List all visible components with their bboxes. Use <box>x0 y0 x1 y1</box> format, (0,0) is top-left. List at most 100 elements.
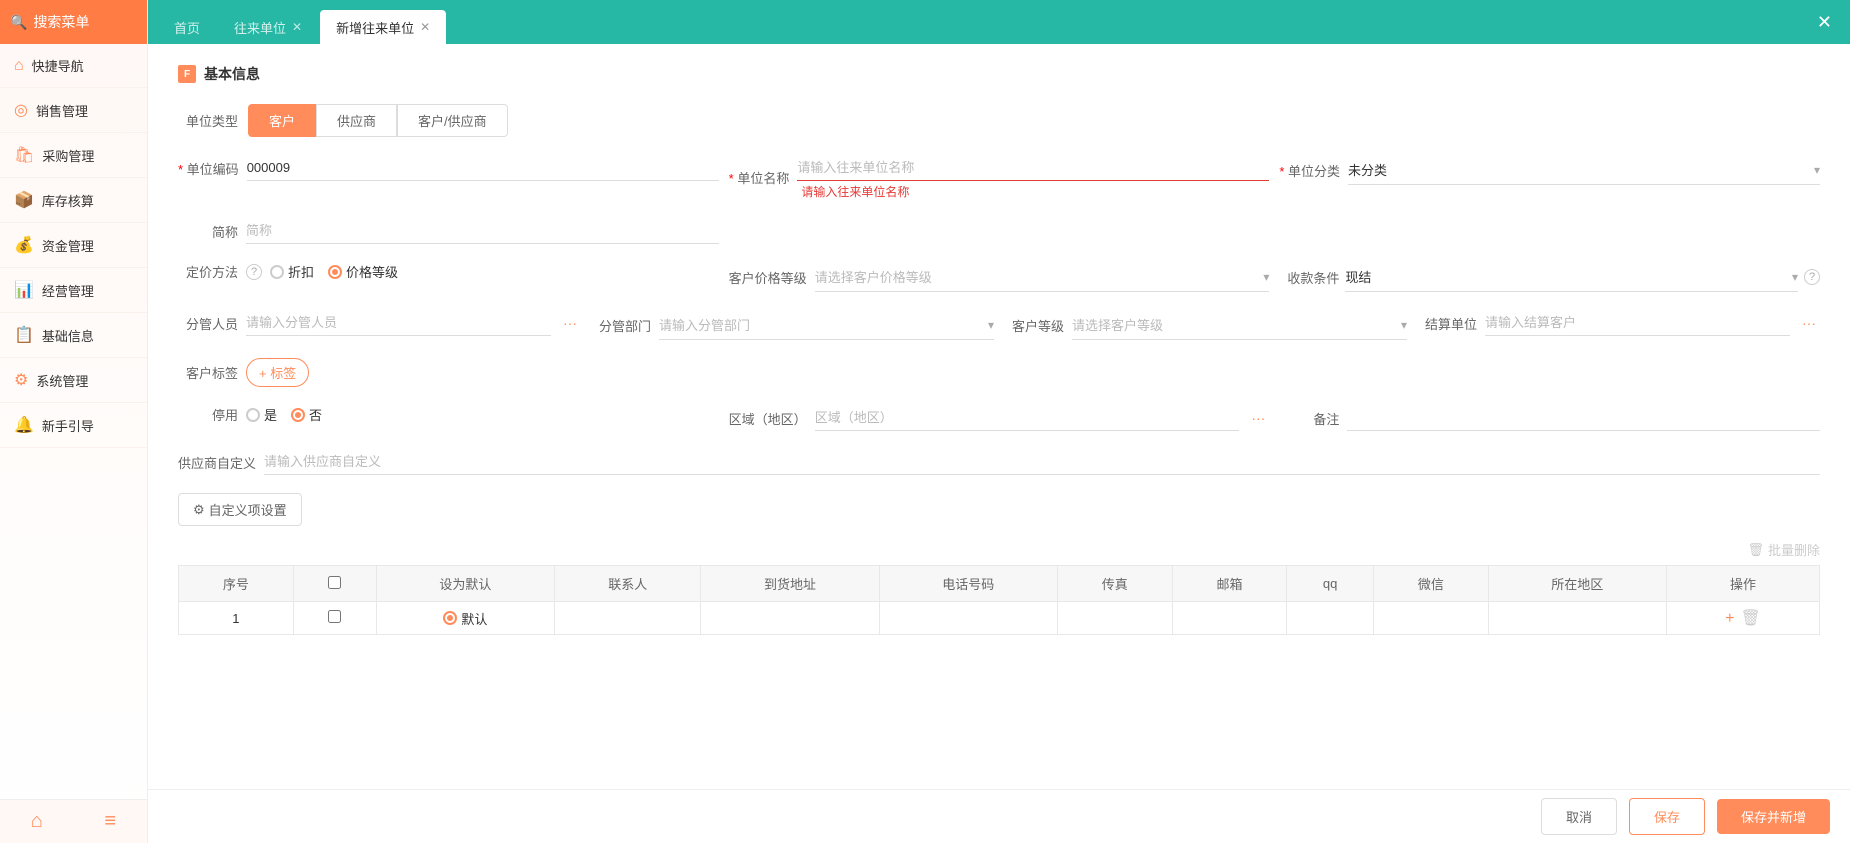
field-region: 区域（地区） ··· <box>729 405 1270 431</box>
unit-code-input[interactable] <box>247 155 719 181</box>
payment-select[interactable]: 现结 ▾ <box>1345 262 1798 292</box>
settlement-more-btn[interactable]: ··· <box>1798 315 1820 331</box>
tab-close-new-partner[interactable]: ✕ <box>420 20 430 34</box>
tab-bar: 首页往来单位 ✕ 新增往来单位 ✕ ✕ <box>148 0 1850 44</box>
table-col-10: 所在地区 <box>1488 566 1666 602</box>
bottom-bar: 取消 保存 保存并新增 <box>148 789 1850 843</box>
sidebar-item-system[interactable]: ⚙系统管理 <box>0 358 147 403</box>
department-value: 请输入分管部门 <box>659 315 984 334</box>
row-seq: 1 <box>179 602 294 635</box>
region-more-btn[interactable]: ··· <box>1247 410 1269 426</box>
tab-home[interactable]: 首页 <box>158 10 216 44</box>
tab-label-new-partner: 新增往来单位 <box>336 18 414 37</box>
unit-code-label: 单位编码 <box>178 159 239 178</box>
disabled-radio-group: 是否 <box>246 405 322 424</box>
tab-bar-close[interactable]: ✕ <box>1809 8 1840 37</box>
table-col-11: 操作 <box>1666 566 1819 602</box>
sidebar-item-purchase[interactable]: 🛍采购管理 <box>0 133 147 178</box>
custom-setting-btn[interactable]: ⚙ 自定义项设置 <box>178 493 302 526</box>
payment-value: 现结 <box>1345 267 1788 286</box>
field-abbr: 简称 <box>178 218 719 244</box>
tab-close-partner[interactable]: ✕ <box>292 20 302 34</box>
unit-type-btn-2[interactable]: 客户/供应商 <box>397 104 508 137</box>
unit-type-btn-0[interactable]: 客户 <box>248 104 316 137</box>
unit-type-row: 单位类型 客户供应商客户/供应商 <box>178 104 1820 137</box>
operation-icon: 📊 <box>14 280 34 300</box>
row-add-btn-0[interactable]: + <box>1722 610 1737 627</box>
department-arrow: ▾ <box>988 318 994 332</box>
manager-input[interactable] <box>246 310 551 336</box>
field-customer-level: 客户等级 请选择客户等级 ▾ <box>1004 310 1407 340</box>
row-manager: 分管人员 ··· 分管部门 请输入分管部门 ▾ 客户等级 请选择客户等级 ▾ 结… <box>178 310 1820 340</box>
sidebar-item-basic[interactable]: 📋基础信息 <box>0 313 147 358</box>
sidebar-item-guide[interactable]: 🔔新手引导 <box>0 403 147 448</box>
settlement-input[interactable] <box>1485 310 1790 336</box>
field-unit-category: 单位分类 未分类 ▾ <box>1279 155 1820 185</box>
sidebar-menu-icon[interactable]: ≡ <box>74 800 148 843</box>
section-header: F 基本信息 <box>178 64 1820 84</box>
disabled-radio-1[interactable]: 否 <box>291 405 322 424</box>
sidebar-home-icon[interactable]: ⌂ <box>0 800 74 843</box>
quick-nav-icon: ⌂ <box>14 57 24 75</box>
table-select-all[interactable] <box>328 576 341 589</box>
unit-name-input[interactable] <box>797 155 1269 181</box>
supplier-custom-input[interactable] <box>264 449 1820 475</box>
pricing-radio-1[interactable]: 价格等级 <box>328 262 398 281</box>
sidebar-item-operation[interactable]: 📊经营管理 <box>0 268 147 313</box>
pricing-radio-circle-1 <box>328 265 342 279</box>
tab-new-partner[interactable]: 新增往来单位 ✕ <box>320 10 446 44</box>
setting-icon: ⚙ <box>193 502 205 518</box>
inventory-icon: 📦 <box>14 190 34 210</box>
form-content: F 基本信息 单位类型 客户供应商客户/供应商 单位编码 单位名称 请输入往来单… <box>148 44 1850 789</box>
abbr-input[interactable] <box>246 218 719 244</box>
sidebar-search[interactable]: 🔍 搜索菜单 <box>0 0 147 44</box>
field-pricing: 定价方法 ? 折扣价格等级 <box>178 262 719 281</box>
unit-type-label: 单位类型 <box>178 111 238 130</box>
unit-type-btn-1[interactable]: 供应商 <box>316 104 397 137</box>
row-pricing: 定价方法 ? 折扣价格等级 客户价格等级 请选择客户价格等级 ▾ 收款条件 现结… <box>178 262 1820 292</box>
payment-help-icon[interactable]: ? <box>1804 269 1820 285</box>
add-tag-btn[interactable]: + 标签 <box>246 358 309 387</box>
table-col-7: 邮箱 <box>1172 566 1287 602</box>
row-default-radio-0[interactable]: 默认 <box>387 609 544 628</box>
pricing-radio-circle-0 <box>270 265 284 279</box>
sidebar-item-finance[interactable]: 💰资金管理 <box>0 223 147 268</box>
tab-label-partner: 往来单位 <box>234 18 286 37</box>
customer-price-select[interactable]: 请选择客户价格等级 ▾ <box>815 262 1270 292</box>
section-title: 基本信息 <box>204 64 260 84</box>
region-label: 区域（地区） <box>729 409 807 428</box>
pricing-radio-0[interactable]: 折扣 <box>270 262 314 281</box>
remark-input[interactable] <box>1347 405 1820 431</box>
sidebar-item-quick-nav[interactable]: ⌂快捷导航 <box>0 44 147 88</box>
sales-icon: ◎ <box>14 100 28 120</box>
sidebar-item-inventory[interactable]: 📦库存核算 <box>0 178 147 223</box>
field-tag: 客户标签 + 标签 <box>178 358 1820 387</box>
row-checkbox-0[interactable] <box>328 610 341 623</box>
batch-delete-label[interactable]: 批量删除 <box>1768 540 1820 559</box>
field-supplier-custom: 供应商自定义 <box>178 449 1820 475</box>
region-input[interactable] <box>815 405 1240 431</box>
table-col-9: 微信 <box>1373 566 1488 602</box>
payment-arrow: ▾ <box>1792 270 1798 284</box>
manager-more-btn[interactable]: ··· <box>559 315 581 331</box>
unit-category-select[interactable]: 未分类 ▾ <box>1348 155 1820 185</box>
table-col-5: 电话号码 <box>879 566 1057 602</box>
payment-label: 收款条件 <box>1279 268 1339 287</box>
save-new-button[interactable]: 保存并新增 <box>1717 799 1830 834</box>
finance-icon: 💰 <box>14 235 34 255</box>
department-select[interactable]: 请输入分管部门 ▾ <box>659 310 994 340</box>
disabled-radio-circle-0 <box>246 408 260 422</box>
disabled-radio-0[interactable]: 是 <box>246 405 277 424</box>
pricing-help-icon[interactable]: ? <box>246 264 262 280</box>
row-del-btn-0[interactable]: 🗑 <box>1737 610 1763 627</box>
save-button[interactable]: 保存 <box>1629 798 1705 835</box>
pricing-radio-group: 折扣价格等级 <box>270 262 398 281</box>
unit-name-wrapper: 请输入往来单位名称 <box>797 155 1269 200</box>
field-manager: 分管人员 ··· <box>178 310 581 336</box>
cancel-button[interactable]: 取消 <box>1541 798 1617 835</box>
sidebar-item-sales[interactable]: ◎销售管理 <box>0 88 147 133</box>
basic-icon: 📋 <box>14 325 34 345</box>
tab-partner[interactable]: 往来单位 ✕ <box>218 10 318 44</box>
customer-level-label: 客户等级 <box>1004 316 1064 335</box>
customer-level-select[interactable]: 请选择客户等级 ▾ <box>1072 310 1407 340</box>
